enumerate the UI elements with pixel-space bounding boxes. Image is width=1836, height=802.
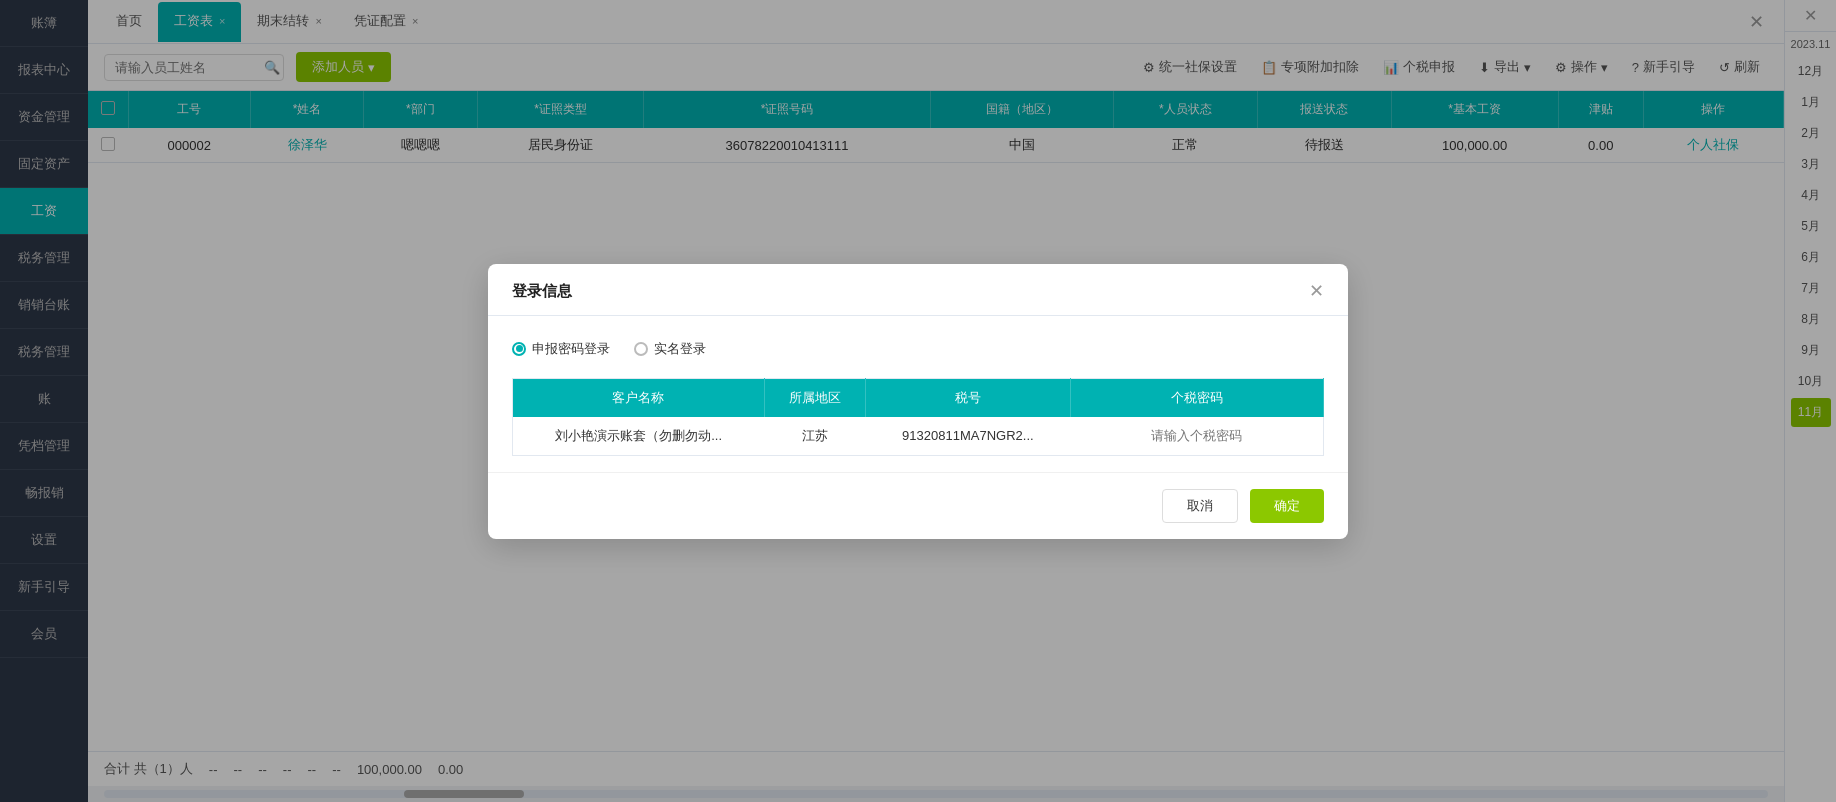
modal-overlay: 登录信息 ✕ 申报密码登录 实名登录 客户名称 所属地区 (0, 0, 1836, 802)
modal-cell-region: 江苏 (764, 417, 865, 456)
modal-body: 申报密码登录 实名登录 客户名称 所属地区 税号 个税密码 (488, 316, 1348, 472)
modal-col-name: 客户名称 (513, 378, 765, 417)
modal-header: 登录信息 ✕ (488, 264, 1348, 316)
radio-label-实名: 实名登录 (654, 340, 706, 358)
radio-circle-申报密码 (512, 342, 526, 356)
modal-col-password: 个税密码 (1070, 378, 1323, 417)
modal-cell-tax-no: 91320811MA7NGR2... (866, 417, 1071, 456)
modal-cell-password[interactable] (1070, 417, 1323, 456)
modal-title: 登录信息 (512, 282, 572, 301)
modal-client-table: 客户名称 所属地区 税号 个税密码 刘小艳演示账套（勿删勿动... 江苏 913… (512, 378, 1324, 456)
cancel-button[interactable]: 取消 (1162, 489, 1238, 523)
modal-col-tax-no: 税号 (866, 378, 1071, 417)
password-input[interactable] (1082, 428, 1311, 443)
modal-close-button[interactable]: ✕ (1309, 282, 1324, 300)
radio-label-申报密码: 申报密码登录 (532, 340, 610, 358)
modal-footer: 取消 确定 (488, 472, 1348, 539)
radio-group: 申报密码登录 实名登录 (512, 340, 1324, 358)
radio-申报密码登录[interactable]: 申报密码登录 (512, 340, 610, 358)
modal-col-region: 所属地区 (764, 378, 865, 417)
radio-circle-实名 (634, 342, 648, 356)
confirm-button[interactable]: 确定 (1250, 489, 1324, 523)
radio-实名登录[interactable]: 实名登录 (634, 340, 706, 358)
modal-cell-name: 刘小艳演示账套（勿删勿动... (513, 417, 765, 456)
modal-table-row: 刘小艳演示账套（勿删勿动... 江苏 91320811MA7NGR2... (513, 417, 1324, 456)
login-info-modal: 登录信息 ✕ 申报密码登录 实名登录 客户名称 所属地区 (488, 264, 1348, 539)
